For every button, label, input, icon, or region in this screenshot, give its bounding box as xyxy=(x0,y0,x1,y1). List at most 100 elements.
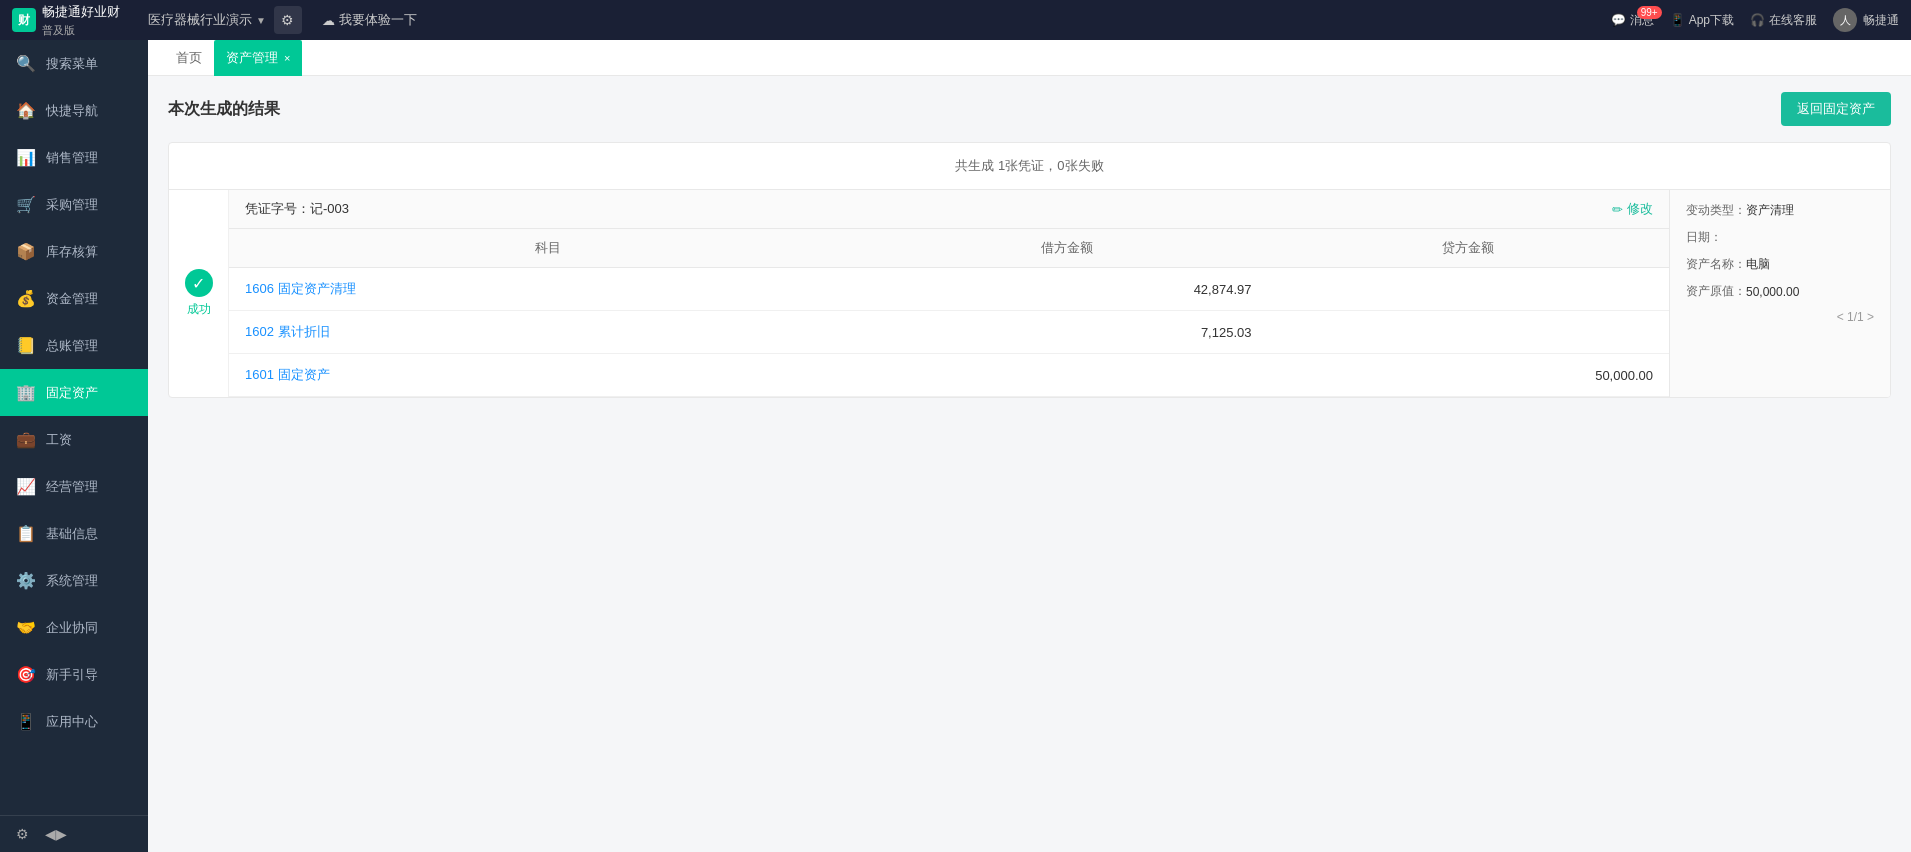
sidebar-label-inventory: 库存核算 xyxy=(46,243,98,261)
username: 畅捷通 xyxy=(1863,12,1899,29)
sidebar-item-purchase[interactable]: 🛒 采购管理 xyxy=(0,181,148,228)
app-name: 畅捷通好业财 xyxy=(42,3,120,21)
app-center-icon: 📱 xyxy=(16,712,36,731)
side-original-value: 资产原值： 50,000.00 xyxy=(1686,283,1874,300)
experience-button[interactable]: ☁ 我要体验一下 xyxy=(322,11,417,29)
sidebar-label-enterprise: 企业协同 xyxy=(46,619,98,637)
app-edition: 普及版 xyxy=(42,23,120,38)
subject-link[interactable]: 1601 固定资产 xyxy=(245,367,330,382)
tab-close-icon[interactable]: × xyxy=(284,52,290,64)
sales-icon: 📊 xyxy=(16,148,36,167)
debit-cell xyxy=(866,354,1267,397)
sidebar-item-guide[interactable]: 🎯 新手引导 xyxy=(0,651,148,698)
sidebar-item-ledger[interactable]: 📒 总账管理 xyxy=(0,322,148,369)
payroll-icon: 💼 xyxy=(16,430,36,449)
change-type-value: 资产清理 xyxy=(1746,202,1794,219)
headset-icon: 🎧 xyxy=(1750,13,1765,27)
company-selector[interactable]: 医疗器械行业演示 ▼ xyxy=(148,11,266,29)
sidebar-item-basic-info[interactable]: 📋 基础信息 xyxy=(0,510,148,557)
summary-text: 共生成 1张凭证，0张失败 xyxy=(955,158,1103,173)
voucher-status: ✓ 成功 xyxy=(169,190,229,397)
tab-home-label: 首页 xyxy=(176,49,202,67)
user-area[interactable]: 人 畅捷通 xyxy=(1833,8,1899,32)
sidebar-item-funds[interactable]: 💰 资金管理 xyxy=(0,275,148,322)
tab-asset-mgmt[interactable]: 资产管理 × xyxy=(214,40,302,76)
subject-link[interactable]: 1602 累计折旧 xyxy=(245,324,330,339)
credit-cell xyxy=(1267,268,1669,311)
credit-cell: 50,000.00 xyxy=(1267,354,1669,397)
operations-icon: 📈 xyxy=(16,477,36,496)
customer-service-button[interactable]: 🎧 在线客服 xyxy=(1750,12,1817,29)
guide-icon: 🎯 xyxy=(16,665,36,684)
download-icon: 📱 xyxy=(1670,13,1685,27)
table-row: 1606 固定资产清理 42,874.97 xyxy=(229,268,1669,311)
sidebar-item-payroll[interactable]: 💼 工资 xyxy=(0,416,148,463)
return-button[interactable]: 返回固定资产 xyxy=(1781,92,1891,126)
enterprise-icon: 🤝 xyxy=(16,618,36,637)
voucher-number: 凭证字号：记-003 xyxy=(245,200,349,218)
sidebar-label-quick-nav: 快捷导航 xyxy=(46,102,98,120)
result-summary: 共生成 1张凭证，0张失败 xyxy=(169,143,1890,190)
sidebar-label-operations: 经营管理 xyxy=(46,478,98,496)
sidebar-item-search[interactable]: 🔍 搜索菜单 xyxy=(0,40,148,87)
sidebar-item-app-center[interactable]: 📱 应用中心 xyxy=(0,698,148,745)
side-asset-name: 资产名称： 电脑 xyxy=(1686,256,1874,273)
voucher-side-panel: 变动类型： 资产清理 日期： 资产名称： 电脑 资产原值： xyxy=(1670,190,1890,397)
sidebar-label-search: 搜索菜单 xyxy=(46,55,98,73)
sidebar-item-system[interactable]: ⚙️ 系统管理 xyxy=(0,557,148,604)
voucher-table: 科目 借方金额 贷方金额 1606 固定资产清理 42,874.97 1602 … xyxy=(229,229,1669,397)
sidebar-item-operations[interactable]: 📈 经营管理 xyxy=(0,463,148,510)
message-button[interactable]: 💬 消息 99+ xyxy=(1611,12,1654,29)
sidebar-label-purchase: 采购管理 xyxy=(46,196,98,214)
page-header: 本次生成的结果 返回固定资产 xyxy=(168,92,1891,126)
sidebar-bottom: ⚙ ◀▶ xyxy=(0,815,148,852)
tab-home[interactable]: 首页 xyxy=(164,40,214,76)
logo-icon: 财 xyxy=(12,8,36,32)
page-title: 本次生成的结果 xyxy=(168,99,280,120)
main-layout: 🔍 搜索菜单 🏠 快捷导航 📊 销售管理 🛒 采购管理 📦 库存核算 💰 资金管… xyxy=(0,40,1911,852)
side-date: 日期： xyxy=(1686,229,1874,246)
success-icon: ✓ xyxy=(185,269,213,297)
voucher-header: 凭证字号：记-003 ✏ 修改 xyxy=(229,190,1669,229)
col-credit: 贷方金额 xyxy=(1267,229,1669,268)
debit-cell: 42,874.97 xyxy=(866,268,1267,311)
sidebar: 🔍 搜索菜单 🏠 快捷导航 📊 销售管理 🛒 采购管理 📦 库存核算 💰 资金管… xyxy=(0,40,148,852)
collapse-icon[interactable]: ◀▶ xyxy=(45,826,67,842)
edit-icon: ✏ xyxy=(1612,202,1623,217)
search-icon: 🔍 xyxy=(16,54,36,73)
header-left: 财 畅捷通好业财 普及版 医疗器械行业演示 ▼ ⚙ ☁ 我要体验一下 xyxy=(12,3,417,38)
sidebar-item-sales[interactable]: 📊 销售管理 xyxy=(0,134,148,181)
content-area: 首页 资产管理 × 本次生成的结果 返回固定资产 共生成 1张凭证，0张失败 xyxy=(148,40,1911,852)
voucher-section: ✓ 成功 凭证字号：记-003 ✏ 修改 xyxy=(169,190,1890,397)
pagination: < 1/1 > xyxy=(1686,310,1874,324)
header-right: 💬 消息 99+ 📱 App下载 🎧 在线客服 人 畅捷通 xyxy=(1611,8,1899,32)
table-row: 1602 累计折旧 7,125.03 xyxy=(229,311,1669,354)
sidebar-item-enterprise[interactable]: 🤝 企业协同 xyxy=(0,604,148,651)
sidebar-item-quick-nav[interactable]: 🏠 快捷导航 xyxy=(0,87,148,134)
quick-nav-icon: 🏠 xyxy=(16,101,36,120)
col-subject: 科目 xyxy=(229,229,866,268)
chevron-down-icon: ▼ xyxy=(256,15,266,26)
fixed-assets-icon: 🏢 xyxy=(16,383,36,402)
tab-bar: 首页 资产管理 × xyxy=(148,40,1911,76)
subject-link[interactable]: 1606 固定资产清理 xyxy=(245,281,356,296)
app-download-button[interactable]: 📱 App下载 xyxy=(1670,12,1734,29)
sidebar-label-basic-info: 基础信息 xyxy=(46,525,98,543)
edit-button[interactable]: ✏ 修改 xyxy=(1612,200,1653,218)
cloud-icon: ☁ xyxy=(322,13,335,28)
sidebar-item-inventory[interactable]: 📦 库存核算 xyxy=(0,228,148,275)
sidebar-item-fixed-assets[interactable]: 🏢 固定资产 xyxy=(0,369,148,416)
sidebar-label-ledger: 总账管理 xyxy=(46,337,98,355)
message-icon: 💬 xyxy=(1611,13,1626,27)
success-text: 成功 xyxy=(187,301,211,318)
settings-icon[interactable]: ⚙ xyxy=(274,6,302,34)
company-name: 医疗器械行业演示 xyxy=(148,11,252,29)
ledger-icon: 📒 xyxy=(16,336,36,355)
settings-bottom-icon[interactable]: ⚙ xyxy=(16,826,29,842)
credit-cell xyxy=(1267,311,1669,354)
top-header: 财 畅捷通好业财 普及版 医疗器械行业演示 ▼ ⚙ ☁ 我要体验一下 💬 消息 … xyxy=(0,0,1911,40)
sidebar-label-fixed-assets: 固定资产 xyxy=(46,384,98,402)
logo-area: 财 畅捷通好业财 普及版 xyxy=(12,3,120,38)
voucher-main: 凭证字号：记-003 ✏ 修改 科目 借方金额 贷方 xyxy=(229,190,1670,397)
tab-asset-mgmt-label: 资产管理 xyxy=(226,49,278,67)
